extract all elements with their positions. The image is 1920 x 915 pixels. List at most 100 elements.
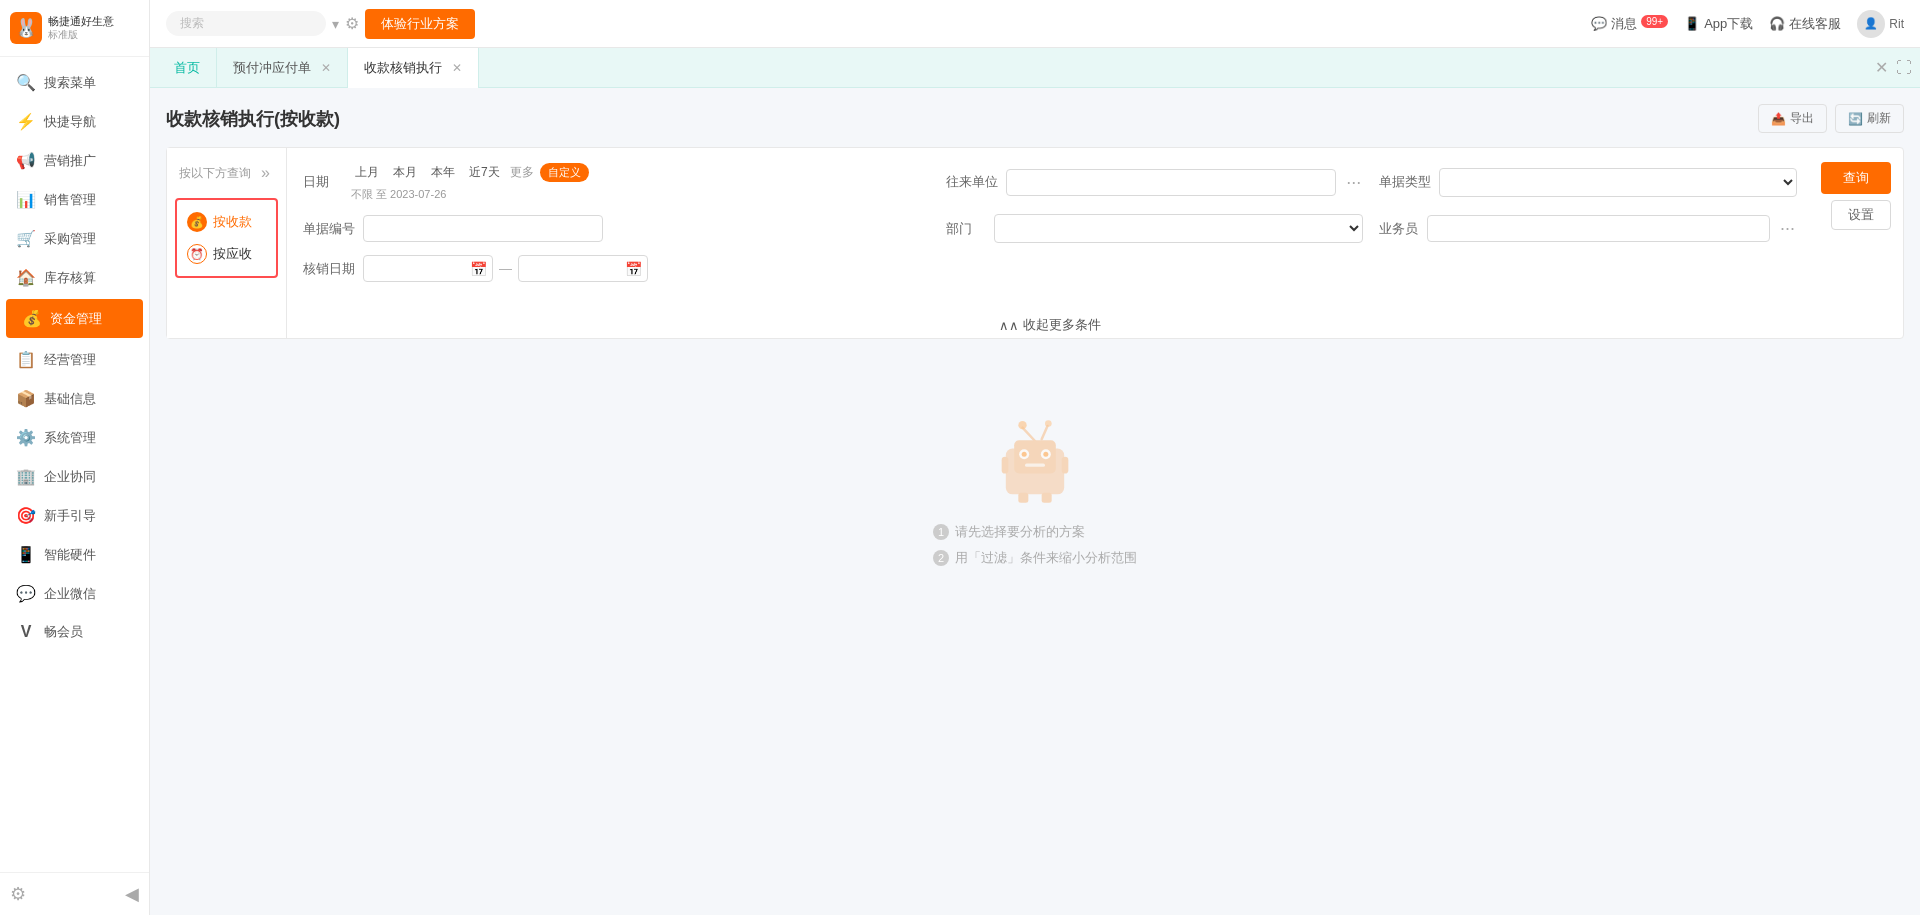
tab-collect-close-icon[interactable]: ✕ [452, 61, 462, 75]
counterpart-dots-btn[interactable]: ··· [1344, 172, 1363, 193]
purchase-icon: 🛒 [16, 229, 36, 248]
svg-point-14 [1045, 420, 1052, 427]
sidebar-item-label: 销售管理 [44, 191, 96, 209]
inventory-icon: 🏠 [16, 268, 36, 287]
tab-bar-actions: ✕ ⛶ [1875, 58, 1912, 77]
online-service-btn[interactable]: 🎧 在线客服 [1769, 15, 1841, 33]
export-btn[interactable]: 📤 导出 [1758, 104, 1827, 133]
sidebar-item-shortcut[interactable]: ⚡ 快捷导航 [0, 102, 149, 141]
sidebar-item-inventory[interactable]: 🏠 库存核算 [0, 258, 149, 297]
date-last-month[interactable]: 上月 [351, 162, 383, 183]
tab-fullscreen-btn[interactable]: ⛶ [1896, 59, 1912, 77]
empty-tip-2: 2 用「过滤」条件来缩小分析范围 [933, 545, 1137, 571]
sidebar-item-search[interactable]: 🔍 搜索菜单 [0, 63, 149, 102]
sidebar-item-wechat[interactable]: 💬 企业微信 [0, 574, 149, 613]
sidebar-item-label: 经营管理 [44, 351, 96, 369]
svg-point-12 [1018, 421, 1026, 429]
empty-tip-1: 1 请先选择要分析的方案 [933, 519, 1137, 545]
date-dash: — [499, 261, 512, 276]
filter-row-2: 单据编号 部门 业务员 ··· [303, 214, 1797, 243]
user-area[interactable]: 👤 Rit [1857, 10, 1904, 38]
staff-label: 业务员 [1379, 220, 1419, 238]
avatar: 👤 [1857, 10, 1885, 38]
sidebar-item-marketing[interactable]: 📢 营销推广 [0, 141, 149, 180]
header-search-box[interactable]: 搜索 [166, 11, 326, 36]
tab-prepay-close-icon[interactable]: ✕ [321, 61, 331, 75]
doc-no-field: 单据编号 [303, 215, 930, 242]
svg-rect-10 [1042, 493, 1052, 503]
finance-icon: 💰 [22, 309, 42, 328]
filter-row-1: 日期 上月 本月 本年 近7天 更多 自定义 不限 至 [303, 162, 1797, 202]
header-right: 💬 消息 99+ 📱 App下载 🎧 在线客服 👤 Rit [1591, 10, 1904, 38]
staff-field: 业务员 ··· [1379, 215, 1797, 242]
header-dropdown-icon[interactable]: ▾ [332, 16, 339, 32]
sidebar-item-system[interactable]: ⚙️ 系统管理 [0, 418, 149, 457]
filter-area: 按以下方查询 » 💰 按收款 ⏰ 按应收 [166, 147, 1904, 339]
message-icon: 💬 [1591, 16, 1607, 31]
date-more[interactable]: 更多 [510, 164, 534, 181]
filter-options-box: 💰 按收款 ⏰ 按应收 [175, 198, 278, 278]
sidebar-item-purchase[interactable]: 🛒 采购管理 [0, 219, 149, 258]
svg-rect-9 [1018, 493, 1028, 503]
sidebar-item-hardware[interactable]: 📱 智能硬件 [0, 535, 149, 574]
verify-date-field: 核销日期 2023-03-01 📅 — 2023-07-21 📅 [303, 255, 936, 282]
sales-icon: 📊 [16, 190, 36, 209]
sidebar-item-label: 畅会员 [44, 623, 83, 641]
tab-home[interactable]: 首页 [158, 48, 217, 88]
message-btn[interactable]: 💬 消息 99+ [1591, 15, 1668, 33]
date-this-month[interactable]: 本月 [389, 162, 421, 183]
logo-icon: 🐰 [10, 12, 42, 44]
svg-rect-6 [1025, 464, 1045, 467]
staff-dots-btn[interactable]: ··· [1778, 218, 1797, 239]
app-download-btn[interactable]: 📱 App下载 [1684, 15, 1753, 33]
query-btn[interactable]: 查询 [1821, 162, 1891, 194]
svg-line-11 [1023, 428, 1036, 441]
date-7days[interactable]: 近7天 [465, 162, 504, 183]
doc-type-select[interactable] [1439, 168, 1797, 197]
sidebar-item-enterprise[interactable]: 🏢 企业协同 [0, 457, 149, 496]
doc-no-input[interactable] [363, 215, 603, 242]
message-badge: 99+ [1641, 15, 1668, 28]
empty-illustration [985, 411, 1085, 511]
calendar-start-icon: 📅 [470, 261, 487, 277]
app-icon: 📱 [1684, 16, 1700, 31]
counterpart-input[interactable] [1006, 169, 1337, 196]
svg-rect-7 [1002, 457, 1009, 474]
sidebar-item-operation[interactable]: 📋 经营管理 [0, 340, 149, 379]
filter-option-by-collect[interactable]: 💰 按收款 [177, 206, 276, 238]
tab-collect[interactable]: 收款核销执行 ✕ [348, 48, 479, 88]
tab-close-all-btn[interactable]: ✕ [1875, 58, 1888, 77]
date-custom[interactable]: 自定义 [540, 163, 589, 182]
filter-row-3: 核销日期 2023-03-01 📅 — 2023-07-21 📅 [303, 255, 1797, 282]
settings-bottom-icon[interactable]: ⚙ [10, 883, 26, 905]
collapse-sidebar-icon[interactable]: ◀ [125, 883, 139, 905]
tab-prepay[interactable]: 预付冲应付单 ✕ [217, 48, 348, 88]
enterprise-icon: 🏢 [16, 467, 36, 486]
header-search-area: 搜索 ▾ ⚙ 体验行业方案 [166, 9, 1579, 39]
sidebar-item-finance[interactable]: 💰 资金管理 [6, 299, 143, 338]
tab-bar: 首页 预付冲应付单 ✕ 收款核销执行 ✕ ✕ ⛶ [150, 48, 1920, 88]
refresh-btn[interactable]: 🔄 刷新 [1835, 104, 1904, 133]
dept-select[interactable] [994, 214, 1364, 243]
svg-rect-8 [1062, 457, 1069, 474]
date-this-year[interactable]: 本年 [427, 162, 459, 183]
sidebar-item-label: 资金管理 [50, 310, 102, 328]
filter-option-by-receivable[interactable]: ⏰ 按应收 [177, 238, 276, 270]
filter-collapse-icon[interactable]: » [257, 160, 274, 186]
sidebar-item-sales[interactable]: 📊 销售管理 [0, 180, 149, 219]
marketing-icon: 📢 [16, 151, 36, 170]
setting-btn[interactable]: 设置 [1831, 200, 1891, 230]
logo-sub: 标准版 [48, 28, 114, 42]
counterpart-field: 往来单位 ··· [946, 169, 1364, 196]
sidebar-item-member[interactable]: V 畅会员 [0, 613, 149, 651]
staff-input[interactable] [1427, 215, 1770, 242]
sidebar-item-guide[interactable]: 🎯 新手引导 [0, 496, 149, 535]
sidebar-item-basic[interactable]: 📦 基础信息 [0, 379, 149, 418]
calendar-end-icon: 📅 [625, 261, 642, 277]
solution-btn[interactable]: 体验行业方案 [365, 9, 475, 39]
settings-gear-icon[interactable]: ⚙ [345, 14, 359, 33]
collapse-more-btn[interactable]: ∧∧ 收起更多条件 [287, 308, 1813, 338]
doc-type-label: 单据类型 [1379, 173, 1431, 191]
page-actions: 📤 导出 🔄 刷新 [1758, 104, 1904, 133]
page-title: 收款核销执行(按收款) [166, 107, 340, 131]
